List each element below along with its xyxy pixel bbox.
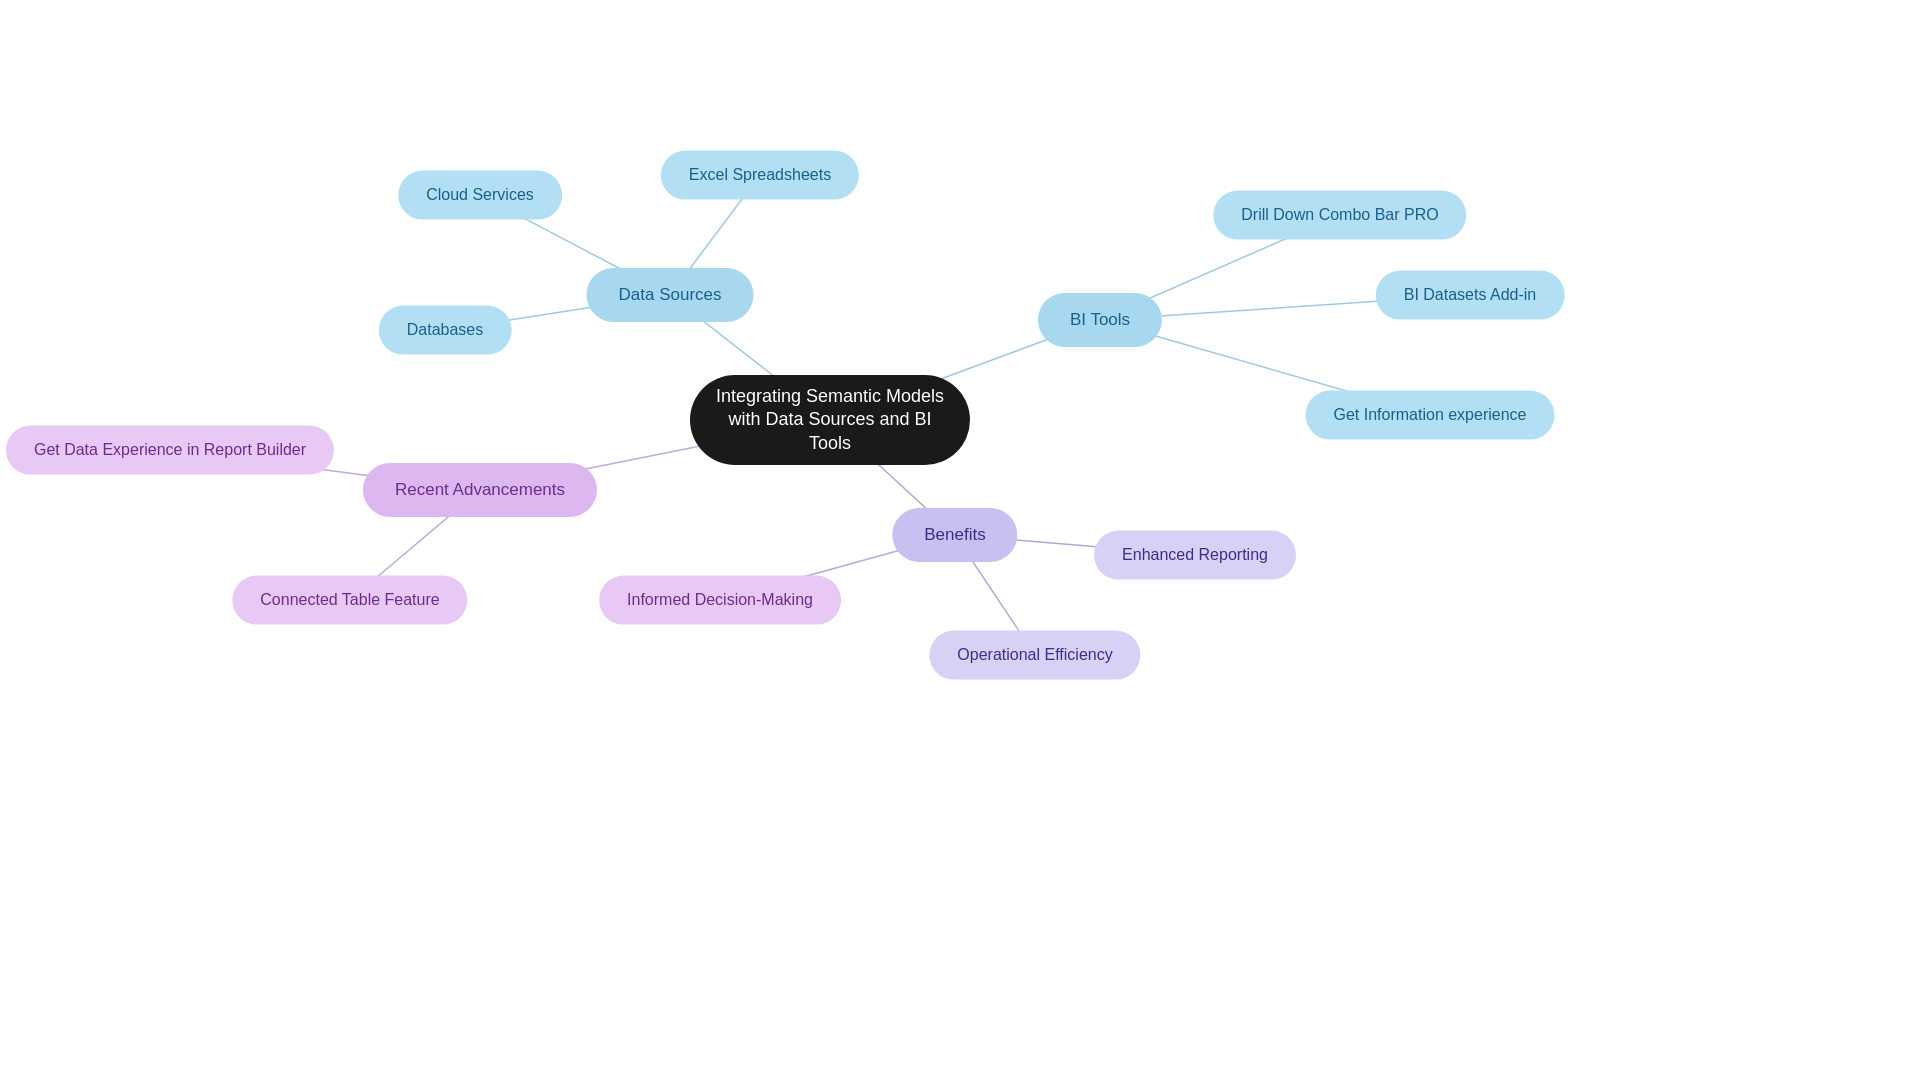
enhanced-reporting-node[interactable]: Enhanced Reporting [1094, 531, 1296, 580]
excel-spreadsheets-node[interactable]: Excel Spreadsheets [661, 151, 859, 200]
bi-datasets-addin-node[interactable]: BI Datasets Add-in [1376, 271, 1565, 320]
data-sources-node[interactable]: Data Sources [587, 268, 754, 322]
mindmap-container: Integrating Semantic Models with Data So… [0, 0, 1920, 1083]
benefits-node[interactable]: Benefits [892, 508, 1017, 562]
databases-node[interactable]: Databases [379, 306, 512, 355]
cloud-services-node[interactable]: Cloud Services [398, 171, 562, 220]
recent-advancements-node[interactable]: Recent Advancements [363, 463, 597, 517]
operational-efficiency-node[interactable]: Operational Efficiency [929, 631, 1140, 680]
connected-table-node[interactable]: Connected Table Feature [232, 576, 467, 625]
drill-down-combo-node[interactable]: Drill Down Combo Bar PRO [1213, 191, 1466, 240]
get-information-node[interactable]: Get Information experience [1306, 391, 1555, 440]
bi-tools-node[interactable]: BI Tools [1038, 293, 1162, 347]
informed-decision-node[interactable]: Informed Decision-Making [599, 576, 841, 625]
get-data-experience-node[interactable]: Get Data Experience in Report Builder [6, 426, 334, 475]
center-node[interactable]: Integrating Semantic Models with Data So… [690, 375, 970, 465]
